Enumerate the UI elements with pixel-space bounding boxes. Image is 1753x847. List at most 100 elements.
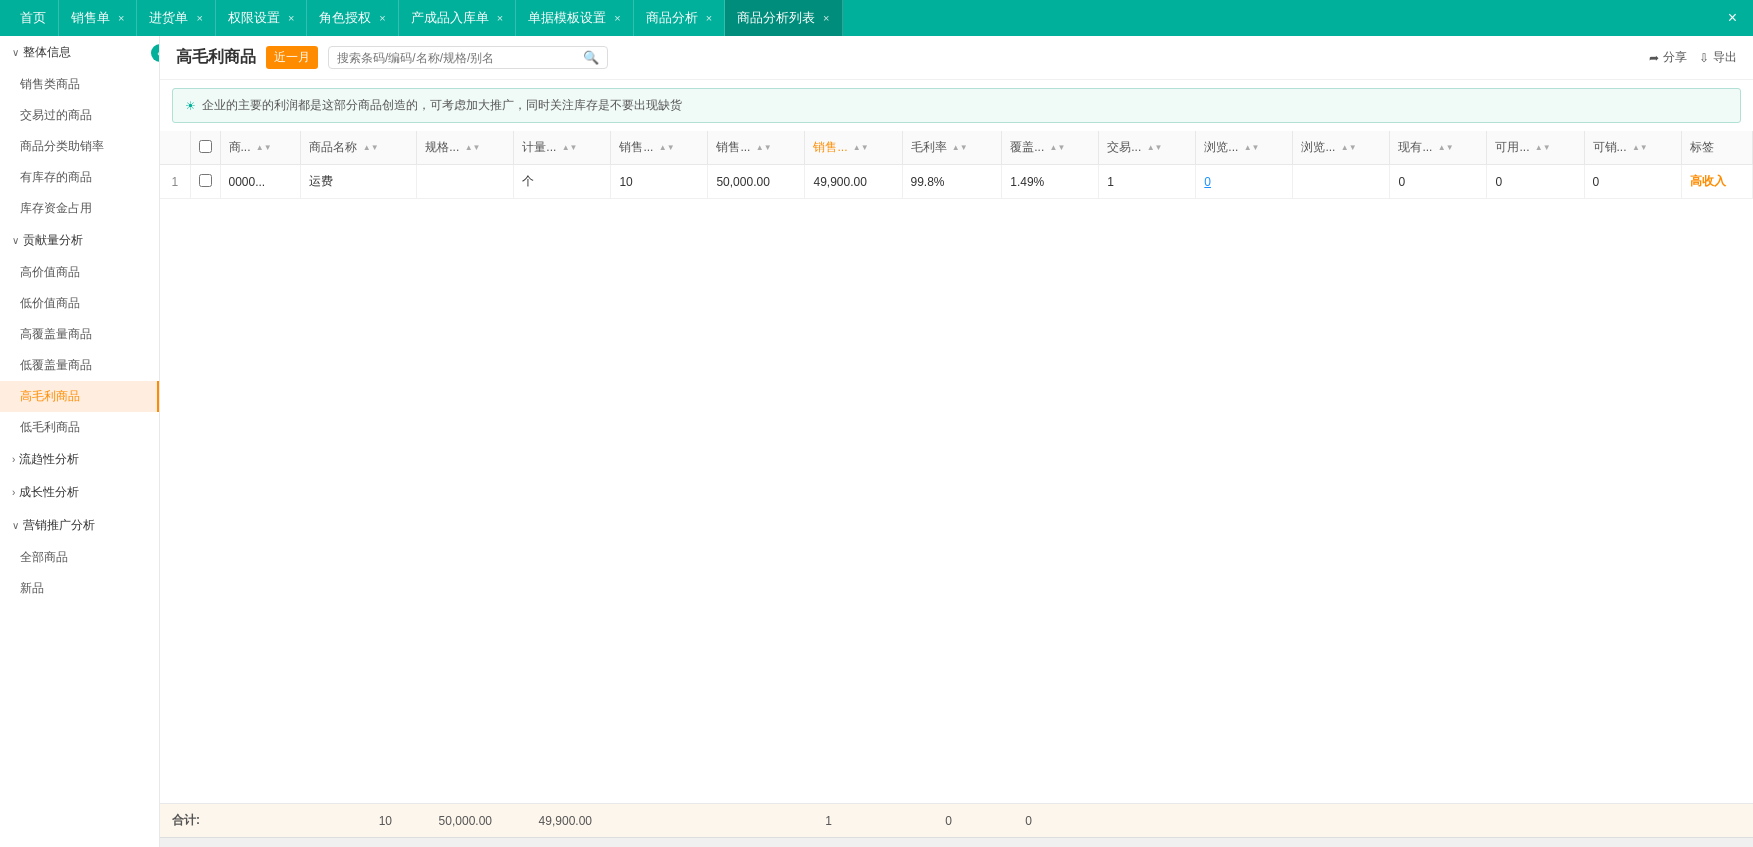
nav-product-in[interactable]: 产成品入库单 × [399, 0, 516, 36]
sidebar-item-stocked-goods[interactable]: 有库存的商品 [0, 162, 159, 193]
close-icon[interactable]: × [118, 12, 124, 24]
footer-available-stock: 0 [960, 814, 1040, 828]
nav-role[interactable]: 角色授权 × [307, 0, 398, 36]
footer-sales-amount: 50,000.00 [400, 814, 500, 828]
tip-text: 企业的主要的利润都是这部分商品创造的，可考虑加大推广，同时关注库存是不要出现缺货 [202, 97, 682, 114]
col-tag: 标签 [1681, 131, 1752, 165]
col-view2[interactable]: 浏览... ▲▼ [1293, 131, 1390, 165]
sidebar-item-high-margin[interactable]: 高毛利商品 [0, 381, 159, 412]
export-icon: ⇩ [1699, 51, 1709, 65]
col-sales-profit[interactable]: 销售... ▲▼ [805, 131, 902, 165]
row-checkbox[interactable] [190, 165, 220, 199]
data-table: 商... ▲▼ 商品名称 ▲▼ 规格... ▲▼ 计量... [160, 131, 1753, 199]
col-name[interactable]: 商品名称 ▲▼ [301, 131, 417, 165]
top-navigation: 首页 销售单 × 进货单 × 权限设置 × 角色授权 × 产成品入库单 × 单据… [0, 0, 1753, 36]
sidebar-item-stock-capital[interactable]: 库存资金占用 [0, 193, 159, 224]
sort-icon: ▲▼ [363, 143, 379, 152]
sort-icon: ▲▼ [256, 143, 272, 152]
close-icon[interactable]: × [379, 12, 385, 24]
col-gross-margin[interactable]: 毛利率 ▲▼ [902, 131, 1002, 165]
sidebar-item-all-goods[interactable]: 全部商品 [0, 542, 159, 573]
col-saleable-stock[interactable]: 可销... ▲▼ [1584, 131, 1681, 165]
share-icon: ➦ [1649, 51, 1659, 65]
row-tag: 高收入 [1681, 165, 1752, 199]
sidebar-item-low-coverage[interactable]: 低覆盖量商品 [0, 350, 159, 381]
row-coverage: 1.49% [1002, 165, 1099, 199]
chevron-down-icon: ∨ [12, 47, 19, 58]
nav-permission[interactable]: 权限设置 × [216, 0, 307, 36]
row-name: 运费 [301, 165, 417, 199]
export-button[interactable]: ⇩ 导出 [1699, 49, 1737, 66]
row-sales-profit: 49,900.00 [805, 165, 902, 199]
time-filter-button[interactable]: 近一月 [266, 46, 318, 69]
row-available-stock: 0 [1487, 165, 1584, 199]
sidebar-item-category-rate[interactable]: 商品分类助销率 [0, 131, 159, 162]
share-button[interactable]: ➦ 分享 [1649, 49, 1687, 66]
close-all-tabs-button[interactable]: × [1720, 9, 1745, 27]
sidebar-item-high-value[interactable]: 高价值商品 [0, 257, 159, 288]
sidebar-group-growth[interactable]: › 成长性分析 [0, 476, 159, 509]
chevron-right-icon: › [12, 454, 15, 465]
sidebar-item-low-value[interactable]: 低价值商品 [0, 288, 159, 319]
col-view1[interactable]: 浏览... ▲▼ [1196, 131, 1293, 165]
col-trade[interactable]: 交易... ▲▼ [1099, 131, 1196, 165]
close-icon[interactable]: × [288, 12, 294, 24]
sort-icon: ▲▼ [1147, 143, 1163, 152]
col-sales-qty[interactable]: 销售... ▲▼ [611, 131, 708, 165]
nav-template[interactable]: 单据模板设置 × [516, 0, 633, 36]
search-input[interactable] [337, 51, 577, 65]
sort-icon: ▲▼ [465, 143, 481, 152]
sidebar-group-marketing[interactable]: ∨ 营销推广分析 [0, 509, 159, 542]
col-current-stock[interactable]: 现有... ▲▼ [1390, 131, 1487, 165]
close-icon[interactable]: × [823, 12, 829, 24]
col-coverage[interactable]: 覆盖... ▲▼ [1002, 131, 1099, 165]
footer-sales-profit: 49,900.00 [500, 814, 600, 828]
col-unit[interactable]: 计量... ▲▼ [514, 131, 611, 165]
col-checkbox [190, 131, 220, 165]
sidebar-group-contribution[interactable]: ∨ 贡献量分析 [0, 224, 159, 257]
sort-icon: ▲▼ [756, 143, 772, 152]
nav-product-analysis[interactable]: 商品分析 × [634, 0, 725, 36]
sidebar-group-overall[interactable]: ∨ 整体信息 [0, 36, 159, 69]
nav-home[interactable]: 首页 [8, 0, 59, 36]
chevron-down-icon: ∨ [12, 235, 19, 246]
sort-icon: ▲▼ [1244, 143, 1260, 152]
col-sales-amount[interactable]: 销售... ▲▼ [708, 131, 805, 165]
table-row: 1 0000... 运费 个 10 50,000.00 49,900.00 99… [160, 165, 1753, 199]
close-icon[interactable]: × [706, 12, 712, 24]
row-view1[interactable]: 0 [1196, 165, 1293, 199]
header-actions: ➦ 分享 ⇩ 导出 [1649, 49, 1737, 66]
row-gross-margin: 99.8% [902, 165, 1002, 199]
row-trade: 1 [1099, 165, 1196, 199]
sidebar-item-low-margin[interactable]: 低毛利商品 [0, 412, 159, 443]
row-current-stock: 0 [1390, 165, 1487, 199]
sidebar-item-sales-goods[interactable]: 销售类商品 [0, 69, 159, 100]
sort-icon: ▲▼ [853, 143, 869, 152]
select-all-checkbox[interactable] [199, 140, 212, 153]
tip-icon: ☀ [185, 99, 196, 113]
sidebar: « ∨ 整体信息 销售类商品 交易过的商品 商品分类助销率 有库存的商品 库存资… [0, 36, 160, 847]
close-icon[interactable]: × [614, 12, 620, 24]
nav-purchase[interactable]: 进货单 × [137, 0, 215, 36]
horizontal-scrollbar[interactable] [160, 837, 1753, 847]
nav-sales[interactable]: 销售单 × [59, 0, 137, 36]
sort-icon: ▲▼ [1050, 143, 1066, 152]
row-select-checkbox[interactable] [199, 174, 212, 187]
sidebar-item-new-goods[interactable]: 新品 [0, 573, 159, 604]
search-icon[interactable]: 🔍 [583, 50, 599, 65]
sidebar-item-traded-goods[interactable]: 交易过的商品 [0, 100, 159, 131]
nav-product-analysis-list[interactable]: 商品分析列表 × [725, 0, 842, 36]
close-icon[interactable]: × [196, 12, 202, 24]
table-wrapper: 商... ▲▼ 商品名称 ▲▼ 规格... ▲▼ 计量... [160, 131, 1753, 803]
col-available-stock[interactable]: 可用... ▲▼ [1487, 131, 1584, 165]
footer-trade: 1 [600, 814, 840, 828]
content-header: 高毛利商品 近一月 🔍 ➦ 分享 ⇩ 导出 [160, 36, 1753, 80]
col-code[interactable]: 商... ▲▼ [220, 131, 301, 165]
main-layout: « ∨ 整体信息 销售类商品 交易过的商品 商品分类助销率 有库存的商品 库存资… [0, 36, 1753, 847]
sort-icon: ▲▼ [952, 143, 968, 152]
sidebar-group-trend[interactable]: › 流趋性分析 [0, 443, 159, 476]
close-icon[interactable]: × [497, 12, 503, 24]
search-box: 🔍 [328, 46, 608, 69]
sidebar-item-high-coverage[interactable]: 高覆盖量商品 [0, 319, 159, 350]
col-spec[interactable]: 规格... ▲▼ [417, 131, 514, 165]
